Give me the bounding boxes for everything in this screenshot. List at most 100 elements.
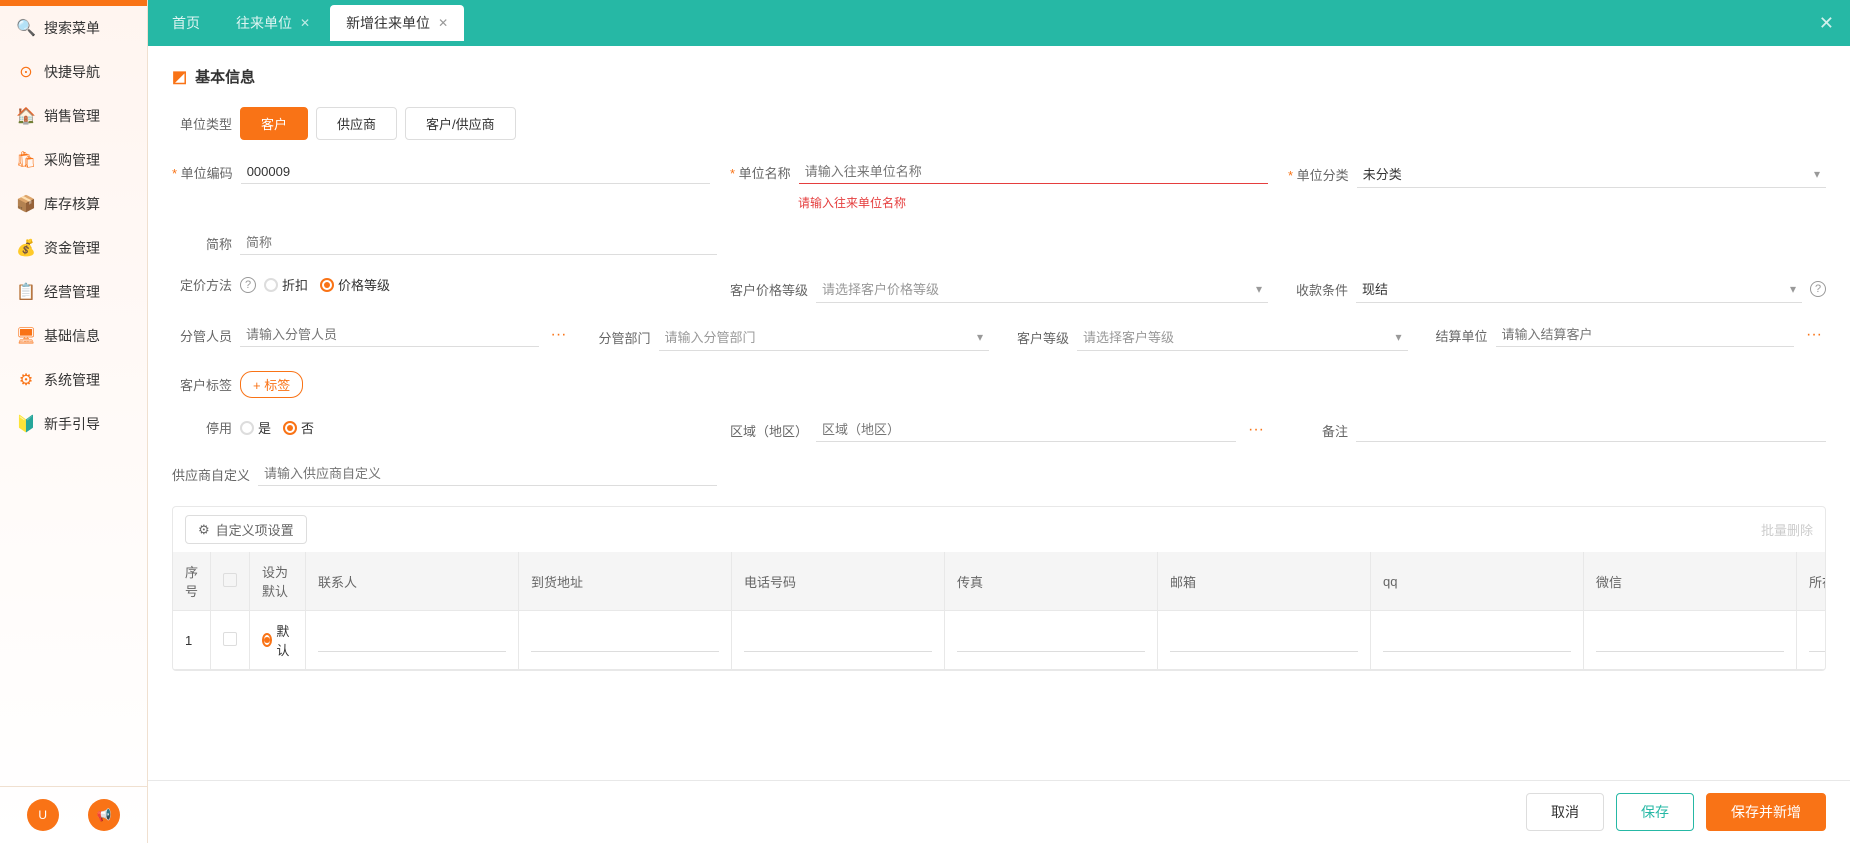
sidebar: 🔍 搜索菜单 ⊙ 快捷导航 🏠 销售管理 🛍 采购管理 📦 库存核算 💰 资金管…	[0, 0, 148, 843]
pricing-method-radios: 折扣 价格等级	[264, 275, 390, 294]
tab-home-label: 首页	[172, 13, 200, 33]
sidebar-item-quick-nav[interactable]: ⊙ 快捷导航	[0, 50, 147, 94]
remark-input[interactable]	[1356, 418, 1826, 442]
pricing-discount-radio[interactable]: 折扣	[264, 275, 308, 294]
remark-group: 备注	[1288, 418, 1826, 442]
tab-home[interactable]: 首页	[156, 5, 216, 41]
sidebar-item-label: 基础信息	[44, 326, 100, 346]
tab-new-partner-label: 新增往来单位	[346, 13, 430, 33]
tab-partners-close[interactable]: ✕	[300, 16, 310, 30]
batch-delete-button[interactable]: 批量删除	[1761, 520, 1813, 539]
customer-level-group: 客户等级 请选择客户等级 ▾	[1009, 323, 1408, 351]
td-phone[interactable]	[732, 611, 945, 670]
sidebar-item-label: 系统管理	[44, 370, 100, 390]
department-select[interactable]: 请输入分管部门 ▾	[659, 323, 990, 351]
pricing-discount-label: 折扣	[282, 275, 308, 294]
row-contact-input[interactable]	[318, 628, 506, 652]
td-region[interactable]	[1797, 611, 1826, 670]
td-qq[interactable]	[1371, 611, 1584, 670]
unit-type-customer-btn[interactable]: 客户	[240, 107, 308, 140]
box-icon: 📦	[16, 194, 36, 214]
sidebar-item-purchase[interactable]: 🛍 采购管理	[0, 138, 147, 182]
unit-name-input[interactable]	[799, 160, 1268, 184]
row-region-input[interactable]	[1809, 628, 1826, 652]
unit-category-select[interactable]: 未分类 ▾	[1357, 160, 1826, 188]
sidebar-item-finance[interactable]: 💰 资金管理	[0, 226, 147, 270]
supplier-custom-row: 供应商自定义	[172, 462, 1826, 486]
tab-new-partner[interactable]: 新增往来单位 ✕	[330, 5, 464, 41]
unit-code-input[interactable]	[241, 160, 710, 184]
supplier-custom-input[interactable]	[258, 462, 717, 486]
gear-icon: ⚙	[16, 370, 36, 390]
settlement-unit-label: 结算单位	[1428, 326, 1488, 345]
sidebar-item-guide[interactable]: 🔰 新手引导	[0, 402, 147, 446]
short-name-input[interactable]	[240, 231, 717, 255]
row-qq-input[interactable]	[1383, 628, 1571, 652]
disabled-no-label: 否	[301, 418, 314, 437]
row-fax-input[interactable]	[957, 628, 1145, 652]
sidebar-item-operations[interactable]: 📋 经营管理	[0, 270, 147, 314]
header-checkbox[interactable]	[223, 573, 237, 587]
area-label: 区域（地区）	[730, 421, 808, 440]
row-phone-input[interactable]	[744, 628, 932, 652]
row-checkbox[interactable]	[223, 632, 237, 646]
sidebar-item-basic-info[interactable]: 🖥 基础信息	[0, 314, 147, 358]
sidebar-item-inventory[interactable]: 📦 库存核算	[0, 182, 147, 226]
sidebar-item-system[interactable]: ⚙ 系统管理	[0, 358, 147, 402]
save-button[interactable]: 保存	[1616, 793, 1694, 831]
customer-price-level-select[interactable]: 请选择客户价格等级 ▾	[816, 275, 1268, 303]
tab-bar-close-button[interactable]: ✕	[1811, 9, 1842, 38]
row-address-input[interactable]	[531, 628, 719, 652]
td-fax[interactable]	[945, 611, 1158, 670]
row-default-radio[interactable]: 默认	[262, 621, 293, 659]
td-email[interactable]	[1158, 611, 1371, 670]
row-wechat-input[interactable]	[1596, 628, 1784, 652]
cancel-button[interactable]: 取消	[1526, 793, 1604, 831]
section-title-icon: ◩	[172, 67, 187, 87]
add-tag-button[interactable]: + 标签	[240, 371, 303, 398]
settlement-unit-more-btn[interactable]: ···	[1802, 326, 1826, 344]
monitor-icon: 🖥	[16, 326, 36, 346]
sidebar-item-search[interactable]: 🔍 搜索菜单	[0, 6, 147, 50]
sidebar-notification[interactable]: 📢	[88, 799, 120, 831]
supplier-custom-group: 供应商自定义	[172, 462, 717, 486]
td-contact[interactable]	[306, 611, 519, 670]
area-input[interactable]	[816, 418, 1236, 442]
unit-type-both-btn[interactable]: 客户/供应商	[405, 107, 516, 140]
pricing-row: 定价方法 ? 折扣 价格等级 客户价格等级 请选择客户价格等级	[172, 275, 1826, 303]
customer-price-level-group: 客户价格等级 请选择客户价格等级 ▾	[730, 275, 1268, 303]
footer-bar: 取消 保存 保存并新增	[148, 780, 1850, 843]
disabled-yes-radio[interactable]: 是	[240, 418, 271, 437]
unit-type-label: 单位类型	[172, 114, 232, 133]
td-address[interactable]	[519, 611, 732, 670]
manager-input[interactable]	[240, 323, 539, 347]
manager-more-btn[interactable]: ···	[547, 326, 571, 344]
sidebar-item-label: 销售管理	[44, 106, 100, 126]
tab-new-partner-close[interactable]: ✕	[438, 16, 448, 30]
settlement-unit-input[interactable]	[1496, 323, 1795, 347]
short-name-label: 简称	[172, 234, 232, 253]
pricing-method-help-icon[interactable]: ?	[240, 277, 256, 293]
td-checkbox	[211, 611, 250, 670]
area-more-btn[interactable]: ···	[1244, 421, 1268, 439]
td-wechat[interactable]	[1584, 611, 1797, 670]
unit-name-label: 单位名称	[730, 163, 791, 182]
disabled-no-radio[interactable]: 否	[283, 418, 314, 437]
payment-terms-help-icon[interactable]: ?	[1810, 281, 1826, 297]
sidebar-user-avatar[interactable]: U	[27, 799, 59, 831]
pricing-level-radio[interactable]: 价格等级	[320, 275, 390, 294]
unit-code-group: 单位编码	[172, 160, 710, 184]
unit-category-label: 单位分类	[1288, 165, 1349, 184]
customer-level-select[interactable]: 请选择客户等级 ▾	[1077, 323, 1408, 351]
gear-icon-2: ⚙	[198, 522, 210, 538]
custom-settings-button[interactable]: ⚙ 自定义项设置	[185, 515, 307, 544]
tab-partners[interactable]: 往来单位 ✕	[220, 5, 326, 41]
row-email-input[interactable]	[1170, 628, 1358, 652]
save-new-button[interactable]: 保存并新增	[1706, 793, 1826, 831]
sidebar-item-sales[interactable]: 🏠 销售管理	[0, 94, 147, 138]
custom-settings-label: 自定义项设置	[216, 520, 294, 539]
th-default: 设为默认	[250, 552, 306, 611]
payment-terms-select[interactable]: 现结 ▾	[1356, 275, 1802, 303]
unit-type-supplier-btn[interactable]: 供应商	[316, 107, 397, 140]
sidebar-item-label: 库存核算	[44, 194, 100, 214]
